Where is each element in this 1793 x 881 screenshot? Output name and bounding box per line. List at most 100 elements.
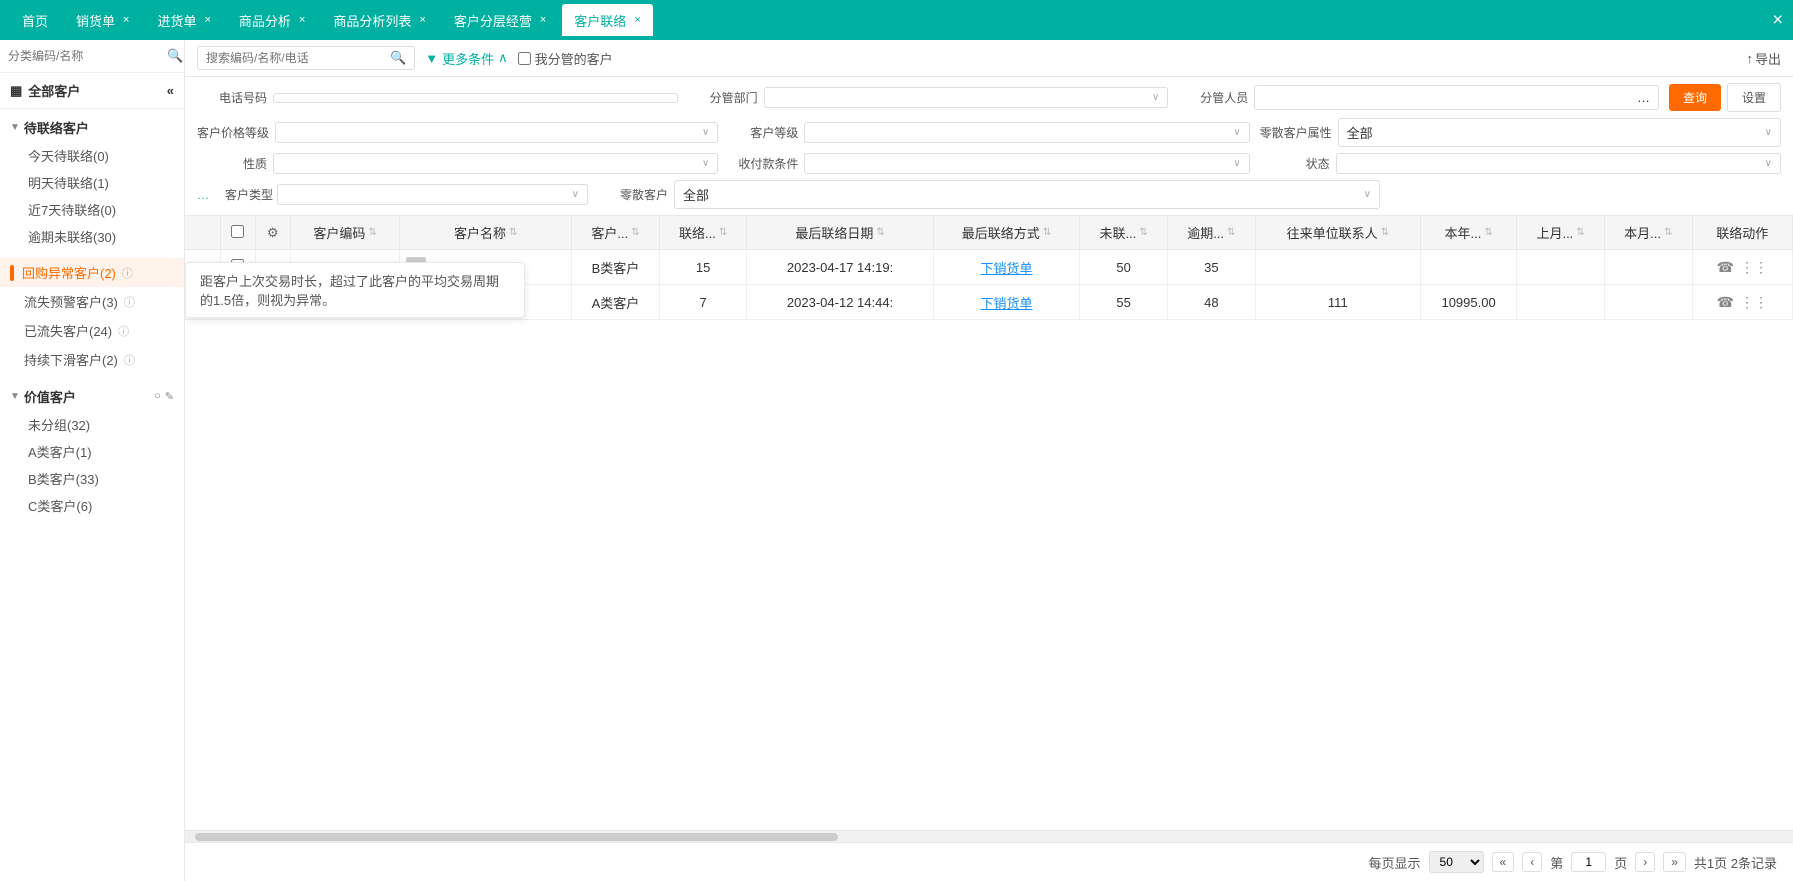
cell-action-1: ☎ ⋮⋮: [1692, 250, 1792, 285]
scroll-thumb[interactable]: [195, 833, 838, 841]
dept-select[interactable]: ∨: [764, 87, 1169, 108]
sidebar-pending-section: ▼ 待联络客户 今天待联络(0) 明天待联络(1) 近7天待联络(0) 逾期未联…: [0, 109, 184, 254]
pencil-icon[interactable]: ✎: [165, 390, 174, 403]
page-num-input[interactable]: [1571, 852, 1606, 872]
filter-rows: 电话号码 分管部门 ∨ 分管人员 …: [185, 77, 1793, 216]
sidebar-item-today[interactable]: 今天待联络(0): [0, 142, 184, 169]
next-page-btn[interactable]: ›: [1635, 852, 1655, 872]
tab-customer-segmentation[interactable]: 客户分层经营 ×: [442, 4, 558, 36]
table-header-row: ⚙ 客户编码⇅ 客户名称⇅ 客户...⇅ 联络...⇅: [185, 216, 1793, 250]
customer-type-arrow: ∨: [572, 189, 579, 200]
last-contact-link-2[interactable]: 下销货单: [980, 296, 1032, 311]
prev-page-btn[interactable]: ‹: [1522, 852, 1542, 872]
sidebar-item-7days[interactable]: 近7天待联络(0): [0, 196, 184, 223]
tab-sales-order-close[interactable]: ×: [123, 14, 129, 26]
filter-row-2: 客户价格等级 ∨ 客户等级 ∨ 零散客户属性: [197, 118, 1781, 147]
retail-customer-select[interactable]: 全部 ∨: [674, 180, 1380, 209]
action-phone-icon-2[interactable]: ☎: [1717, 294, 1734, 311]
tab-product-analysis[interactable]: 商品分析 ×: [227, 4, 317, 36]
first-page-btn[interactable]: «: [1492, 852, 1515, 872]
query-button[interactable]: 查询: [1669, 84, 1721, 111]
filter-cell-payment: 收付款条件 ∨: [728, 153, 1249, 174]
sidebar-all-customers-icon: ▦: [10, 83, 22, 99]
sidebar-item-overdue[interactable]: 逾期未联络(30): [0, 223, 184, 250]
status-select[interactable]: ∨: [1336, 153, 1781, 174]
last-contact-link-1[interactable]: 下销货单: [980, 261, 1032, 276]
filter-cell-price-grade: 客户价格等级 ∨: [197, 122, 718, 143]
filter-row-3: 性质 ∨ 收付款条件 ∨ 状态: [197, 153, 1781, 174]
customer-grade-select[interactable]: ∨: [804, 122, 1249, 143]
export-button[interactable]: ↑ 导出: [1746, 49, 1781, 68]
last-page-btn[interactable]: »: [1663, 852, 1686, 872]
retail-attr-select[interactable]: 全部 ∨: [1338, 118, 1781, 147]
sidebar-item-churned[interactable]: 已流失客户(24) ⓘ: [0, 316, 184, 345]
sidebar-all-customers[interactable]: ▦ 全部客户 «: [0, 73, 184, 109]
filter-cell-dept: 分管部门 ∨: [688, 87, 1169, 108]
more-dots-btn[interactable]: …: [197, 188, 209, 202]
cell-lcm-2: 下销货单: [933, 285, 1080, 320]
tab-sales-order[interactable]: 销货单 ×: [64, 4, 141, 36]
tooltip-box: 距客户上次交易时长，超过了此客户的平均交易周期的1.5倍，则视为异常。: [185, 262, 525, 318]
per-page-select[interactable]: 50 100 200: [1429, 851, 1484, 873]
filter-cell-status: 状态 ∨: [1260, 153, 1781, 174]
col-gear[interactable]: ⚙: [255, 216, 290, 250]
person-select[interactable]: …: [1254, 85, 1659, 110]
select-all-checkbox[interactable]: [231, 225, 244, 238]
filter-row-4: … 客户类型 ∨ 零散客户 全部 ∨: [197, 180, 1781, 209]
sidebar-search-icon[interactable]: 🔍: [167, 48, 183, 64]
tab-product-analysis-close[interactable]: ×: [299, 14, 305, 26]
price-grade-select[interactable]: ∨: [275, 122, 718, 143]
cell-contact-2: 7: [659, 285, 747, 320]
sidebar-item-tomorrow[interactable]: 明天待联络(1): [0, 169, 184, 196]
sidebar-item-class-b[interactable]: B类客户(33): [0, 465, 184, 492]
person-dots-icon: …: [1637, 90, 1650, 105]
tab-customer-segmentation-close[interactable]: ×: [540, 14, 546, 26]
tab-product-analysis-list[interactable]: 商品分析列表 ×: [321, 4, 437, 36]
filter-cell-customer-grade: 客户等级 ∨: [728, 122, 1249, 143]
sidebar-item-class-c[interactable]: C类客户(6): [0, 492, 184, 519]
col-category: 客户...⇅: [572, 216, 660, 250]
customer-type-select[interactable]: ∨: [277, 184, 588, 205]
tab-customer-contact[interactable]: 客户联络 ×: [562, 4, 652, 36]
retail-attr-arrow: ∨: [1765, 127, 1772, 138]
tab-product-analysis-list-close[interactable]: ×: [419, 14, 425, 26]
sort-icon-tm: ⇅: [1664, 227, 1672, 238]
triangle-icon: ▼: [10, 122, 20, 133]
action-more-icon-2[interactable]: ⋮⋮: [1740, 294, 1768, 311]
cell-category-1: B类客户: [572, 250, 660, 285]
action-phone-icon-1[interactable]: ☎: [1717, 259, 1734, 276]
col-this-month: 本月...⇅: [1604, 216, 1692, 250]
filter-search-input[interactable]: [206, 51, 386, 65]
filter-search-icon[interactable]: 🔍: [390, 50, 406, 66]
tab-customer-contact-close[interactable]: ×: [634, 14, 640, 26]
sidebar-item-abnormal[interactable]: 回购异常客户(2) ⓘ: [0, 258, 184, 287]
settings-button[interactable]: 设置: [1727, 83, 1781, 112]
payment-select[interactable]: ∨: [804, 153, 1249, 174]
sort-icon-lcd: ⇅: [876, 227, 884, 238]
sidebar-pending-group[interactable]: ▼ 待联络客户: [0, 113, 184, 142]
sidebar-item-ungroup[interactable]: 未分组(32): [0, 411, 184, 438]
tab-home[interactable]: 首页: [10, 4, 60, 36]
sidebar-item-class-a[interactable]: A类客户(1): [0, 438, 184, 465]
sidebar-search-input[interactable]: [8, 49, 163, 63]
more-conditions-btn[interactable]: ▼ 更多条件 ∧: [425, 49, 507, 68]
col-uncontacted: 未联...⇅: [1080, 216, 1168, 250]
sidebar-item-declining[interactable]: 持续下滑客户(2) ⓘ: [0, 345, 184, 374]
horizontal-scrollbar[interactable]: [185, 830, 1793, 842]
gender-select[interactable]: ∨: [273, 153, 718, 174]
action-more-icon-1[interactable]: ⋮⋮: [1740, 259, 1768, 276]
cell-lm-1: [1517, 250, 1605, 285]
sidebar-item-churn-warn[interactable]: 流失预警客户(3) ⓘ: [0, 287, 184, 316]
phone-input[interactable]: [273, 93, 678, 103]
my-customers-checkbox[interactable]: [518, 52, 531, 65]
tab-purchase-order[interactable]: 进货单 ×: [145, 4, 222, 36]
filter-cell-retail-attr: 零散客户属性 全部 ∨: [1260, 118, 1781, 147]
col-last-contact-date: 最后联络日期⇅: [747, 216, 933, 250]
tab-purchase-order-close[interactable]: ×: [204, 14, 210, 26]
sidebar-abnormal-section: 回购异常客户(2) ⓘ 流失预警客户(3) ⓘ 已流失客户(24) ⓘ 持续下滑…: [0, 254, 184, 378]
close-all-button[interactable]: ×: [1772, 10, 1783, 31]
payment-arrow: ∨: [1233, 158, 1240, 169]
circle-icon[interactable]: ○: [154, 390, 161, 403]
sidebar-collapse-icon[interactable]: «: [167, 83, 174, 98]
cell-cc-1: [1255, 250, 1420, 285]
